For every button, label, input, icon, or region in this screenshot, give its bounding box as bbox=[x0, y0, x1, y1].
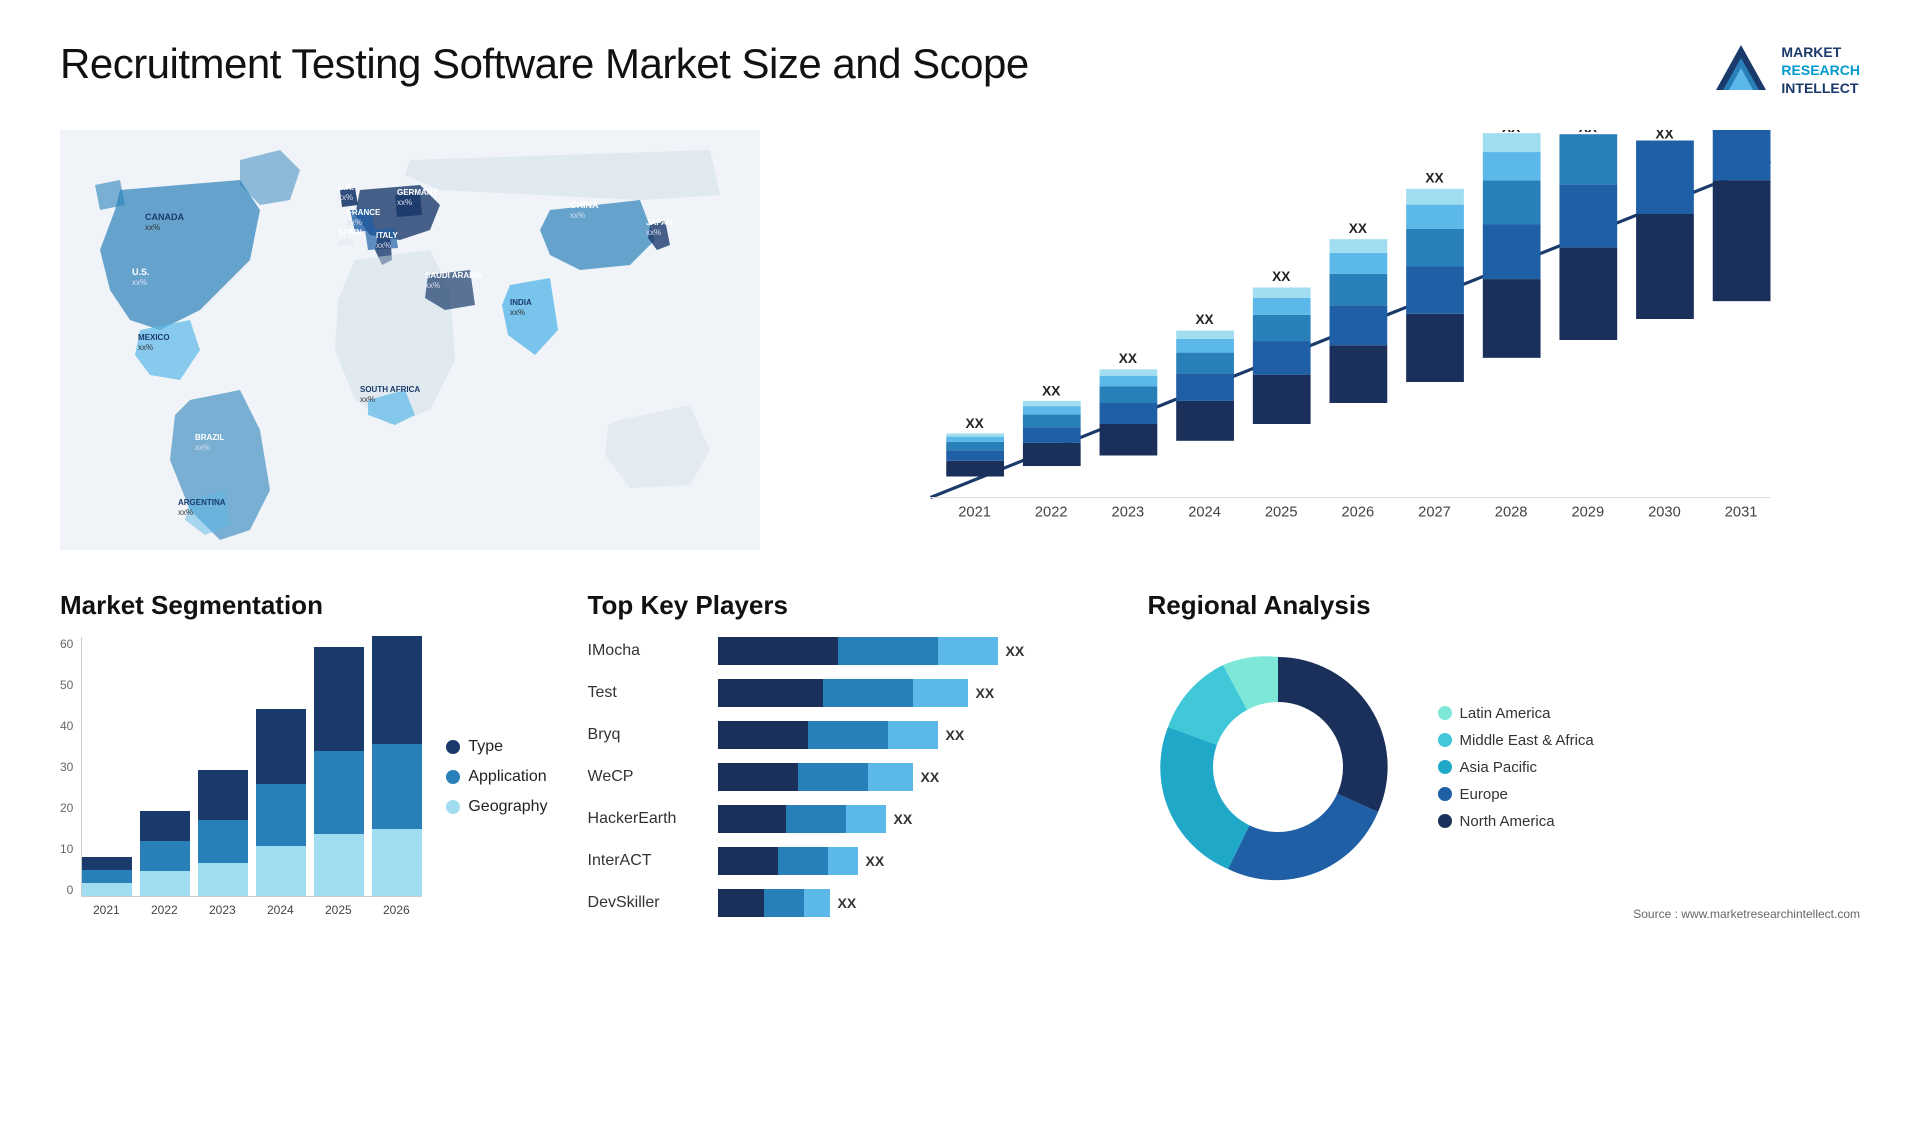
svg-text:U.K.: U.K. bbox=[338, 183, 354, 192]
asia-pacific-dot bbox=[1438, 760, 1452, 774]
svg-text:FRANCE: FRANCE bbox=[347, 208, 381, 217]
logo-icon bbox=[1711, 40, 1771, 100]
list-item: InterACT XX bbox=[588, 847, 1108, 875]
list-item: HackerEarth XX bbox=[588, 805, 1108, 833]
logo-text: MARKET RESEARCH INTELLECT bbox=[1781, 43, 1860, 98]
svg-text:2030: 2030 bbox=[1648, 504, 1681, 520]
players-list: IMocha XX Test bbox=[588, 637, 1108, 917]
legend-asia-pacific: Asia Pacific bbox=[1438, 759, 1594, 776]
legend-north-america: North America bbox=[1438, 813, 1594, 830]
bar-chart-container: XX XX XX XX bbox=[800, 130, 1860, 550]
legend-type: Type bbox=[446, 738, 547, 756]
north-america-dot bbox=[1438, 814, 1452, 828]
regional-title: Regional Analysis bbox=[1148, 590, 1860, 621]
svg-text:CHINA: CHINA bbox=[570, 200, 599, 210]
map-svg: CANADA xx% U.S. xx% MEXICO xx% BRAZIL xx… bbox=[60, 130, 760, 550]
svg-text:2022: 2022 bbox=[1035, 504, 1068, 520]
svg-text:xx%: xx% bbox=[178, 508, 193, 517]
list-item: DevSkiller XX bbox=[588, 889, 1108, 917]
page-title: Recruitment Testing Software Market Size… bbox=[60, 40, 1029, 88]
svg-text:2031: 2031 bbox=[1725, 504, 1758, 520]
svg-text:SOUTH AFRICA: SOUTH AFRICA bbox=[360, 385, 420, 394]
middle-east-africa-dot bbox=[1438, 733, 1452, 747]
legend-geography-dot bbox=[446, 800, 460, 814]
svg-text:xx%: xx% bbox=[132, 278, 147, 287]
list-item: Bryq XX bbox=[588, 721, 1108, 749]
world-map: CANADA xx% U.S. xx% MEXICO xx% BRAZIL xx… bbox=[60, 130, 760, 550]
svg-text:GERMANY: GERMANY bbox=[397, 188, 439, 197]
regional-section: Regional Analysis bbox=[1148, 590, 1860, 921]
svg-text:XX: XX bbox=[1119, 351, 1137, 366]
list-item: IMocha XX bbox=[588, 637, 1108, 665]
svg-text:CANADA: CANADA bbox=[145, 212, 184, 222]
svg-text:XX: XX bbox=[1655, 130, 1673, 141]
svg-text:XX: XX bbox=[1042, 384, 1060, 399]
svg-text:xx%: xx% bbox=[570, 211, 585, 220]
svg-text:xx%: xx% bbox=[138, 343, 153, 352]
svg-text:xx%: xx% bbox=[145, 223, 160, 232]
players-title: Top Key Players bbox=[588, 590, 1108, 621]
donut-chart bbox=[1148, 637, 1408, 897]
svg-text:2028: 2028 bbox=[1495, 504, 1528, 520]
svg-text:xx%: xx% bbox=[360, 395, 375, 404]
segmentation-section: Market Segmentation 60 50 40 30 20 10 0 bbox=[60, 590, 588, 917]
svg-text:2025: 2025 bbox=[1265, 504, 1298, 520]
svg-text:SPAIN: SPAIN bbox=[338, 228, 362, 237]
svg-text:xx%: xx% bbox=[347, 218, 362, 227]
svg-text:xx%: xx% bbox=[376, 241, 391, 250]
legend-latin-america: Latin America bbox=[1438, 705, 1594, 722]
svg-text:xx%: xx% bbox=[338, 238, 353, 247]
svg-text:2029: 2029 bbox=[1571, 504, 1604, 520]
page-header: Recruitment Testing Software Market Size… bbox=[60, 40, 1860, 100]
logo: MARKET RESEARCH INTELLECT bbox=[1711, 40, 1860, 100]
svg-text:xx%: xx% bbox=[510, 308, 525, 317]
legend-europe: Europe bbox=[1438, 786, 1594, 803]
svg-text:2024: 2024 bbox=[1188, 504, 1221, 520]
segmentation-title: Market Segmentation bbox=[60, 590, 548, 621]
svg-text:U.S.: U.S. bbox=[132, 267, 150, 277]
list-item: WeCP XX bbox=[588, 763, 1108, 791]
svg-text:xx%: xx% bbox=[338, 193, 353, 202]
svg-text:XX: XX bbox=[1195, 312, 1213, 327]
svg-text:XX: XX bbox=[1732, 130, 1750, 131]
legend-middle-east-africa: Middle East & Africa bbox=[1438, 732, 1594, 749]
legend-geography: Geography bbox=[446, 798, 547, 816]
legend-application: Application bbox=[446, 768, 547, 786]
svg-text:xx%: xx% bbox=[646, 228, 661, 237]
svg-text:ARGENTINA: ARGENTINA bbox=[178, 498, 226, 507]
svg-text:ITALY: ITALY bbox=[376, 231, 398, 240]
latin-america-dot bbox=[1438, 706, 1452, 720]
svg-text:XX: XX bbox=[1579, 130, 1597, 135]
players-section: Top Key Players IMocha XX Test bbox=[588, 590, 1148, 931]
source-text: Source : www.marketresearchintellect.com bbox=[1148, 907, 1860, 921]
europe-dot bbox=[1438, 787, 1452, 801]
svg-text:XX: XX bbox=[965, 416, 983, 431]
svg-text:2023: 2023 bbox=[1112, 504, 1145, 520]
svg-text:XX: XX bbox=[1502, 130, 1520, 135]
list-item: Test XX bbox=[588, 679, 1108, 707]
svg-text:xx%: xx% bbox=[425, 281, 440, 290]
top-section: CANADA xx% U.S. xx% MEXICO xx% BRAZIL xx… bbox=[60, 130, 1860, 550]
svg-text:xx%: xx% bbox=[195, 443, 210, 452]
svg-text:BRAZIL: BRAZIL bbox=[195, 433, 224, 442]
legend-type-dot bbox=[446, 740, 460, 754]
svg-text:XX: XX bbox=[1349, 221, 1367, 236]
svg-text:INDIA: INDIA bbox=[510, 298, 532, 307]
svg-text:2026: 2026 bbox=[1342, 504, 1375, 520]
svg-text:SAUDI ARABIA: SAUDI ARABIA bbox=[425, 271, 483, 280]
svg-text:XX: XX bbox=[1425, 171, 1443, 186]
bar-chart-svg: XX XX XX XX bbox=[820, 130, 1860, 550]
svg-text:2021: 2021 bbox=[958, 504, 991, 520]
svg-text:MEXICO: MEXICO bbox=[138, 333, 170, 342]
legend-application-dot bbox=[446, 770, 460, 784]
regional-legend: Latin America Middle East & Africa Asia … bbox=[1438, 705, 1594, 830]
bottom-section: Market Segmentation 60 50 40 30 20 10 0 bbox=[60, 590, 1860, 931]
donut-area: Latin America Middle East & Africa Asia … bbox=[1148, 637, 1860, 897]
svg-text:xx%: xx% bbox=[397, 198, 412, 207]
svg-text:JAPAN: JAPAN bbox=[646, 218, 673, 227]
svg-text:2027: 2027 bbox=[1418, 504, 1451, 520]
svg-text:XX: XX bbox=[1272, 269, 1290, 284]
